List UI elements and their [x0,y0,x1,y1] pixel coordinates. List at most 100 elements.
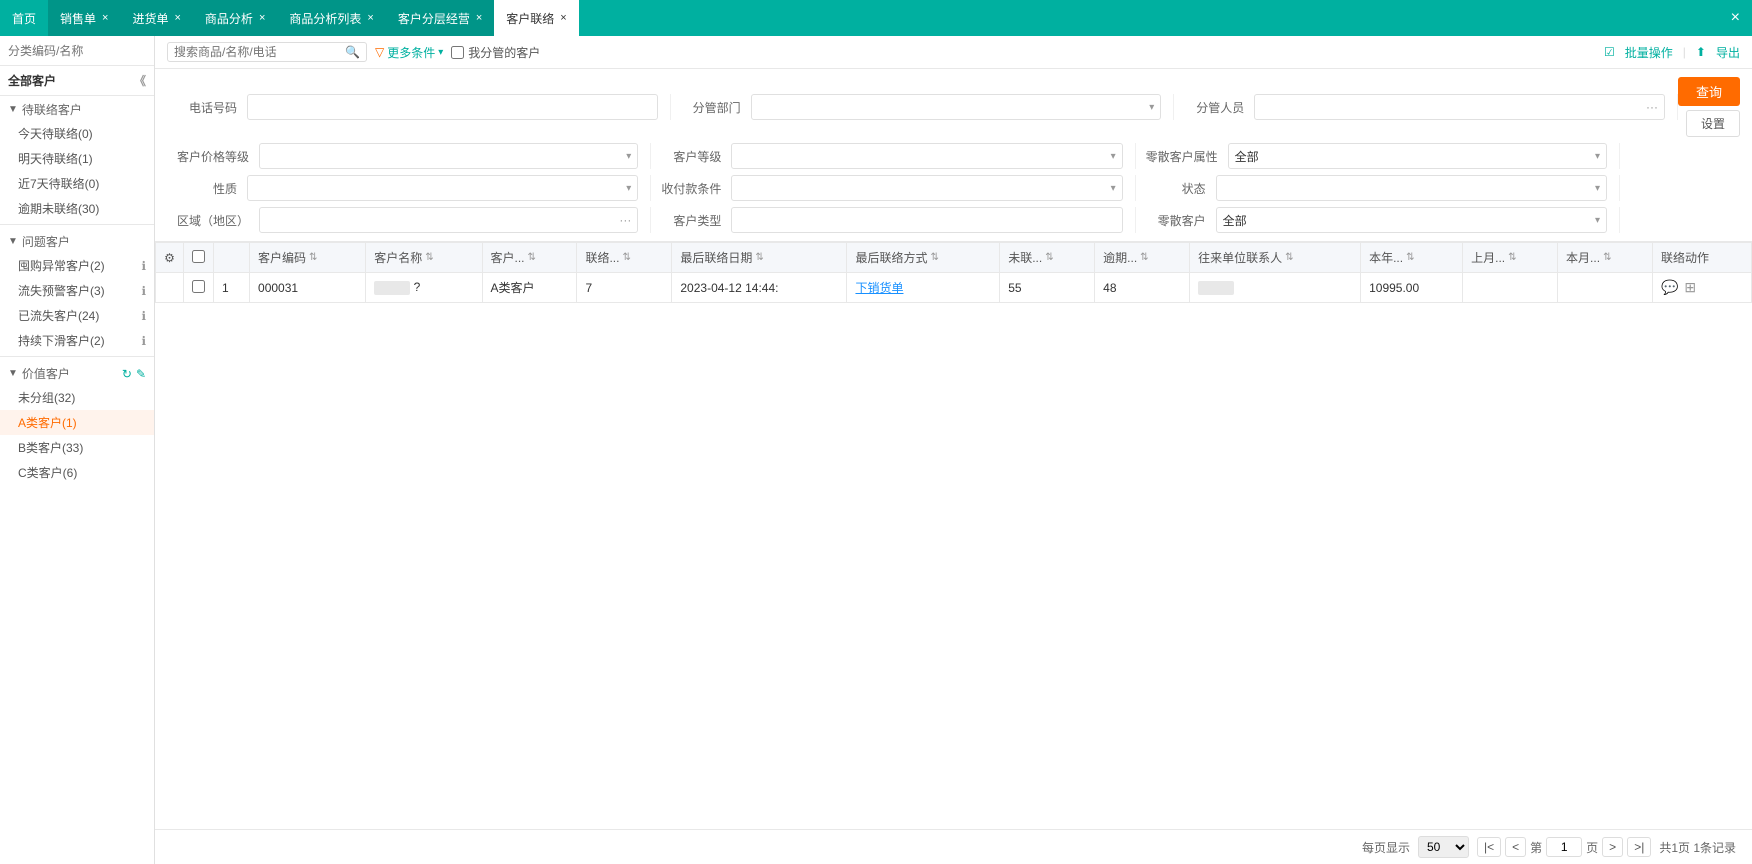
sidebar-item-class-b-label: B类客户(33) [18,439,83,456]
tab-sales[interactable]: 销售单 × [48,0,120,36]
sidebar-item-ungrouped-label: 未分组(32) [18,389,75,406]
col-gear[interactable]: ⚙ [156,243,184,273]
col-code[interactable]: 客户编码 ⇅ [250,243,366,273]
toolbar-search-input[interactable] [174,45,345,59]
filter-field-phone: 电话号码 [167,94,671,120]
sidebar-item-class-b[interactable]: B类客户(33) [0,435,154,460]
cell-gear [156,273,184,303]
section-title-value: ▼ 价值客户 ↻ ✎ [0,360,154,385]
export-link[interactable]: 导出 [1716,44,1740,61]
col-contact-label: 联络... [585,249,619,266]
filter-control-nature[interactable]: ▾ [247,175,638,201]
filter-control-retail-customer[interactable]: 全部 ▾ [1216,207,1607,233]
filter-control-person[interactable]: ··· [1254,94,1665,120]
tab-purchase-close[interactable]: × [174,12,180,24]
sidebar-item-7days[interactable]: 近7天待联络(0) [0,171,154,196]
filter-row-4: 区域（地区） ··· 客户类型 零散客户 全部 ▾ [167,207,1740,233]
check-all[interactable] [192,250,205,263]
filter-control-price-grade[interactable]: ▾ [259,143,638,169]
tab-customer-segment-label: 客户分层经营 [398,10,470,27]
cell-overdue: 48 [1095,273,1190,303]
filter-control-status[interactable]: ▾ [1216,175,1607,201]
first-page-btn[interactable]: |< [1477,837,1501,857]
filter-control-dept[interactable]: ▾ [751,94,1162,120]
tab-customer-segment[interactable]: 客户分层经营 × [386,0,494,36]
col-contact[interactable]: 联络... ⇅ [577,243,672,273]
col-this-year[interactable]: 本年... ⇅ [1361,243,1463,273]
close-all-tabs[interactable]: × [1719,9,1752,27]
filter-control-payment[interactable]: ▾ [731,175,1122,201]
sidebar-item-overdue[interactable]: 逾期未联络(30) [0,196,154,221]
batch-op-link[interactable]: 批量操作 [1625,44,1673,61]
cell-check[interactable] [184,273,214,303]
action-message-icon[interactable]: 💬 [1661,279,1678,296]
sort-icon-code: ⇅ [309,252,317,263]
col-this-month[interactable]: 本月... ⇅ [1558,243,1653,273]
sidebar-item-hoarding[interactable]: 囤购异常客户(2) ℹ [0,253,154,278]
sidebar-item-declining[interactable]: 持续下滑客户(2) ℹ [0,328,154,353]
tab-analysis-close[interactable]: × [259,12,265,24]
tab-analysis[interactable]: 商品分析 × [193,0,277,36]
edit-icon[interactable]: ✎ [136,367,146,381]
tab-sales-close[interactable]: × [102,12,108,24]
prev-page-btn[interactable]: < [1505,837,1526,857]
sidebar-item-churn-warn[interactable]: 流失预警客户(3) ℹ [0,278,154,303]
sidebar-collapse-icon[interactable]: 《 [134,72,146,89]
col-name[interactable]: 客户名称 ⇅ [366,243,482,273]
col-this-year-label: 本年... [1369,249,1403,266]
last-method-link[interactable]: 下销货单 [855,281,903,295]
tab-customer-contact[interactable]: 客户联络 × [494,0,578,36]
col-overdue[interactable]: 逾期... ⇅ [1095,243,1190,273]
col-uncontacted[interactable]: 未联... ⇅ [1000,243,1095,273]
filter-control-phone[interactable] [247,94,658,120]
section-label-problem: 问题客户 [22,233,70,250]
main-layout: 🔍 全部客户 《 ▼ 待联络客户 今天待联络(0) 明天待联络(1) 近7天待联… [0,36,1752,864]
sidebar-item-churned[interactable]: 已流失客户(24) ℹ [0,303,154,328]
filter-row-2: 客户价格等级 ▾ 客户等级 ▾ 零散客户属性 全部 [167,143,1740,169]
action-qr-icon[interactable]: ⊞ [1684,279,1696,296]
tab-purchase[interactable]: 进货单 × [120,0,192,36]
refresh-icon[interactable]: ↻ [122,367,132,381]
cell-last-method[interactable]: 下销货单 [847,273,1000,303]
filter-control-customer-type[interactable] [731,207,1122,233]
tab-analysis-list-close[interactable]: × [367,12,373,24]
col-last-date[interactable]: 最后联络日期 ⇅ [672,243,847,273]
sidebar-item-tomorrow[interactable]: 明天待联络(1) [0,146,154,171]
tab-customer-contact-close[interactable]: × [560,12,566,24]
content-area: 🔍 ▽ 更多条件 ▾ 我分管的客户 ☑ 批量操作 | ⬆ 导出 [155,36,1752,864]
col-last-month[interactable]: 上月... ⇅ [1463,243,1558,273]
row-checkbox[interactable] [192,280,205,293]
filter-field-region: 区域（地区） ··· [167,207,651,233]
tab-analysis-label: 商品分析 [205,10,253,27]
toolbar-search-icon[interactable]: 🔍 [345,45,360,59]
sidebar-item-class-c[interactable]: C类客户(6) [0,460,154,485]
sidebar-item-class-a[interactable]: A类客户(1) [0,410,154,435]
col-last-method[interactable]: 最后联络方式 ⇅ [847,243,1000,273]
my-customer-checkbox[interactable] [451,46,464,59]
filter-control-region[interactable]: ··· [259,207,638,233]
last-page-btn[interactable]: >| [1627,837,1651,857]
footer-per-page-select[interactable]: 50 100 200 [1418,836,1469,858]
tab-home[interactable]: 首页 [0,0,48,36]
sidebar-item-today[interactable]: 今天待联络(0) [0,121,154,146]
table-body: 1 000031 ? A类客户 7 2023-04-12 14:44: 下销货单… [156,273,1752,303]
filter-arrow-price-grade: ▾ [626,151,631,162]
tab-analysis-list[interactable]: 商品分析列表 × [277,0,385,36]
col-check[interactable] [184,243,214,273]
filter-control-retail-attr[interactable]: 全部 ▾ [1228,143,1607,169]
query-button[interactable]: 查询 [1678,77,1740,106]
filter-control-customer-grade[interactable]: ▾ [731,143,1122,169]
sidebar-item-ungrouped[interactable]: 未分组(32) [0,385,154,410]
current-page-input[interactable] [1546,837,1582,857]
next-page-btn[interactable]: > [1602,837,1623,857]
tab-customer-segment-close[interactable]: × [476,12,482,24]
filter-dots-region: ··· [619,213,631,227]
col-prev-contact[interactable]: 往来单位联系人 ⇅ [1190,243,1361,273]
col-type[interactable]: 客户... ⇅ [482,243,577,273]
sidebar-search-input[interactable] [8,44,155,58]
export-icon: ⬆ [1696,45,1706,59]
setting-button[interactable]: 设置 [1686,110,1740,137]
filter-btn[interactable]: ▽ 更多条件 ▾ [375,44,443,61]
col-prev-contact-label: 往来单位联系人 [1198,249,1282,266]
filter-field-person: 分管人员 ··· [1174,94,1678,120]
